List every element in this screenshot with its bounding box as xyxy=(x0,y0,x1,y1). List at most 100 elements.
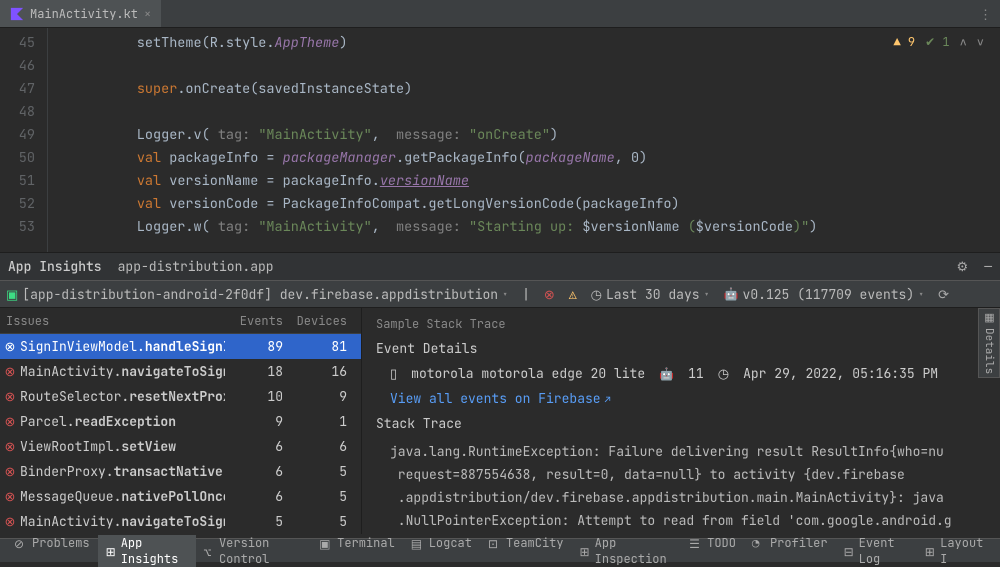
issue-row[interactable]: ⊗MainActivity.navigateToSignFra55 xyxy=(0,509,361,534)
tool-icon: ⊘ xyxy=(14,536,27,549)
bottom-tab-todo[interactable]: ☰TODO xyxy=(681,535,744,551)
event-details-title: Event Details xyxy=(376,340,1000,357)
col-events[interactable]: Events xyxy=(225,313,291,329)
bottom-tab-problems[interactable]: ⊘Problems xyxy=(6,535,98,551)
tool-icon: ▣ xyxy=(319,536,332,549)
bottom-tool-bar: ⊘Problems⊞App Insights⌥Version Control▣T… xyxy=(0,538,1000,562)
tool-icon: ◔ xyxy=(752,536,765,549)
issue-name: ViewRootImpl.setView xyxy=(20,438,225,455)
chevron-down-icon: ▾ xyxy=(704,288,710,301)
event-date: Apr 29, 2022, 05:16:35 PM xyxy=(743,365,938,382)
issue-name: SignInViewModel.handleSignIn xyxy=(20,338,225,355)
check-icon[interactable]: ✔ 1 xyxy=(925,34,949,50)
tool-icon: ▤ xyxy=(411,536,424,549)
error-icon: ⊗ xyxy=(0,413,20,430)
error-icon: ⊗ xyxy=(0,388,20,405)
time-range-selector[interactable]: ◷ Last 30 days ▾ xyxy=(591,286,710,303)
clock-icon: ◷ xyxy=(718,365,729,382)
nonfatal-filter-icon[interactable]: ⚠ xyxy=(569,286,577,303)
insights-header: App Insights app-distribution.app ⚙ — xyxy=(0,252,1000,280)
issue-name: MainActivity.navigateToSignFra xyxy=(20,363,225,380)
project-selector[interactable]: ▣ [app-distribution-android-2f0df] dev.f… xyxy=(6,286,508,303)
issues-column: Issues Events Devices ⊗SignInViewModel.h… xyxy=(0,308,362,534)
line-gutter: 4546 4748 4950 5152 53 xyxy=(0,28,48,252)
kotlin-icon xyxy=(10,7,24,21)
tool-icon: ⊡ xyxy=(488,536,501,549)
version-selector[interactable]: 🤖 v0.125 (117709 events) ▾ xyxy=(724,286,925,303)
file-tab-label: MainActivity.kt xyxy=(30,6,138,22)
insights-panel: Issues Events Devices ⊗SignInViewModel.h… xyxy=(0,308,1000,534)
bottom-tab-profiler[interactable]: ◔Profiler xyxy=(744,535,836,551)
events-count: 18 xyxy=(225,363,291,380)
bottom-tab-teamcity[interactable]: ⊡TeamCity xyxy=(480,535,572,551)
sample-stack-title: Sample Stack Trace xyxy=(376,316,1000,332)
issue-row[interactable]: ⊗BinderProxy.transactNative65 xyxy=(0,459,361,484)
error-icon: ⊗ xyxy=(0,438,20,455)
nav-down-icon[interactable]: ∨ xyxy=(977,34,984,50)
tool-icon: ⊟ xyxy=(844,544,854,557)
devices-count: 5 xyxy=(291,488,361,505)
devices-count: 9 xyxy=(291,388,361,405)
events-count: 6 xyxy=(225,438,291,455)
panel-title: App Insights xyxy=(8,258,102,275)
col-devices[interactable]: Devices xyxy=(291,313,361,329)
inspection-badges: ▲ 9 ✔ 1 ∧ ∨ xyxy=(894,34,984,50)
api-level: 11 xyxy=(688,365,704,382)
devices-count: 16 xyxy=(291,363,361,380)
stack-trace-body[interactable]: java.lang.RuntimeException: Failure deli… xyxy=(376,440,1000,532)
col-issues[interactable]: Issues xyxy=(0,313,225,329)
code-body[interactable]: setTheme(R.style.AppTheme) super.onCreat… xyxy=(48,28,1000,252)
chevron-down-icon: ▾ xyxy=(918,288,924,301)
issues-list: ⊗SignInViewModel.handleSignIn8981⊗MainAc… xyxy=(0,334,361,534)
events-count: 10 xyxy=(225,388,291,405)
events-count: 6 xyxy=(225,488,291,505)
android-icon: 🤖 xyxy=(659,366,674,382)
issue-name: MessageQueue.nativePollOnce xyxy=(20,488,225,505)
devices-count: 1 xyxy=(291,413,361,430)
chevron-down-icon: ▾ xyxy=(502,288,508,301)
more-vert-icon[interactable]: ⋮ xyxy=(979,6,992,23)
issue-name: MainActivity.navigateToSignFra xyxy=(20,513,225,530)
issue-row[interactable]: ⊗Parcel.readException91 xyxy=(0,409,361,434)
gear-icon[interactable]: ⚙ xyxy=(957,258,969,275)
issue-row[interactable]: ⊗ViewRootImpl.setView66 xyxy=(0,434,361,459)
issue-row[interactable]: ⊗RouteSelector.resetNextProxy109 xyxy=(0,384,361,409)
refresh-icon[interactable]: ⟳ xyxy=(938,286,949,303)
view-all-events-link[interactable]: View all events on Firebase↗ xyxy=(376,390,1000,407)
issue-row[interactable]: ⊗SignInViewModel.handleSignIn8981 xyxy=(0,334,361,359)
issue-row[interactable]: ⊗MessageQueue.nativePollOnce65 xyxy=(0,484,361,509)
devices-count: 5 xyxy=(291,463,361,480)
project-label: [app-distribution-android-2f0df] dev.fir… xyxy=(22,286,498,303)
error-icon: ⊗ xyxy=(0,488,20,505)
details-column: Sample Stack Trace Event Details ▯ motor… xyxy=(362,308,1000,534)
devices-count: 5 xyxy=(291,513,361,530)
events-count: 89 xyxy=(225,338,291,355)
fatal-filter-icon[interactable]: ⊗ xyxy=(544,286,555,303)
warning-icon[interactable]: ▲ 9 xyxy=(894,34,916,50)
file-tab-mainactivity[interactable]: MainActivity.kt × xyxy=(0,0,161,27)
device-icon: ▯ xyxy=(390,365,397,382)
editor-tab-bar: MainActivity.kt × ⋮ xyxy=(0,0,1000,28)
bottom-tab-terminal[interactable]: ▣Terminal xyxy=(311,535,403,551)
close-icon[interactable]: × xyxy=(144,6,151,22)
insights-toolbar: ▣ [app-distribution-android-2f0df] dev.f… xyxy=(0,280,1000,308)
details-sidebar-toggle[interactable]: ▦Details xyxy=(978,308,1000,378)
error-icon: ⊗ xyxy=(0,338,20,355)
issue-row[interactable]: ⊗MainActivity.navigateToSignFra1816 xyxy=(0,359,361,384)
time-range-label: Last 30 days xyxy=(606,286,700,303)
devices-count: 81 xyxy=(291,338,361,355)
version-label: v0.125 (117709 events) xyxy=(743,286,915,303)
issue-name: RouteSelector.resetNextProxy xyxy=(20,388,225,405)
events-count: 6 xyxy=(225,463,291,480)
nav-up-icon[interactable]: ∧ xyxy=(960,34,967,50)
issues-header-row: Issues Events Devices xyxy=(0,308,361,334)
issue-name: BinderProxy.transactNative xyxy=(20,463,225,480)
android-icon: 🤖 xyxy=(724,286,739,302)
minimize-icon[interactable]: — xyxy=(984,258,992,275)
issue-name: Parcel.readException xyxy=(20,413,225,430)
tool-icon: ☰ xyxy=(689,536,702,549)
bottom-tab-logcat[interactable]: ▤Logcat xyxy=(403,535,480,551)
device-name: motorola motorola edge 20 lite xyxy=(411,365,645,382)
code-editor[interactable]: 4546 4748 4950 5152 53 setTheme(R.style.… xyxy=(0,28,1000,252)
error-icon: ⊗ xyxy=(0,463,20,480)
